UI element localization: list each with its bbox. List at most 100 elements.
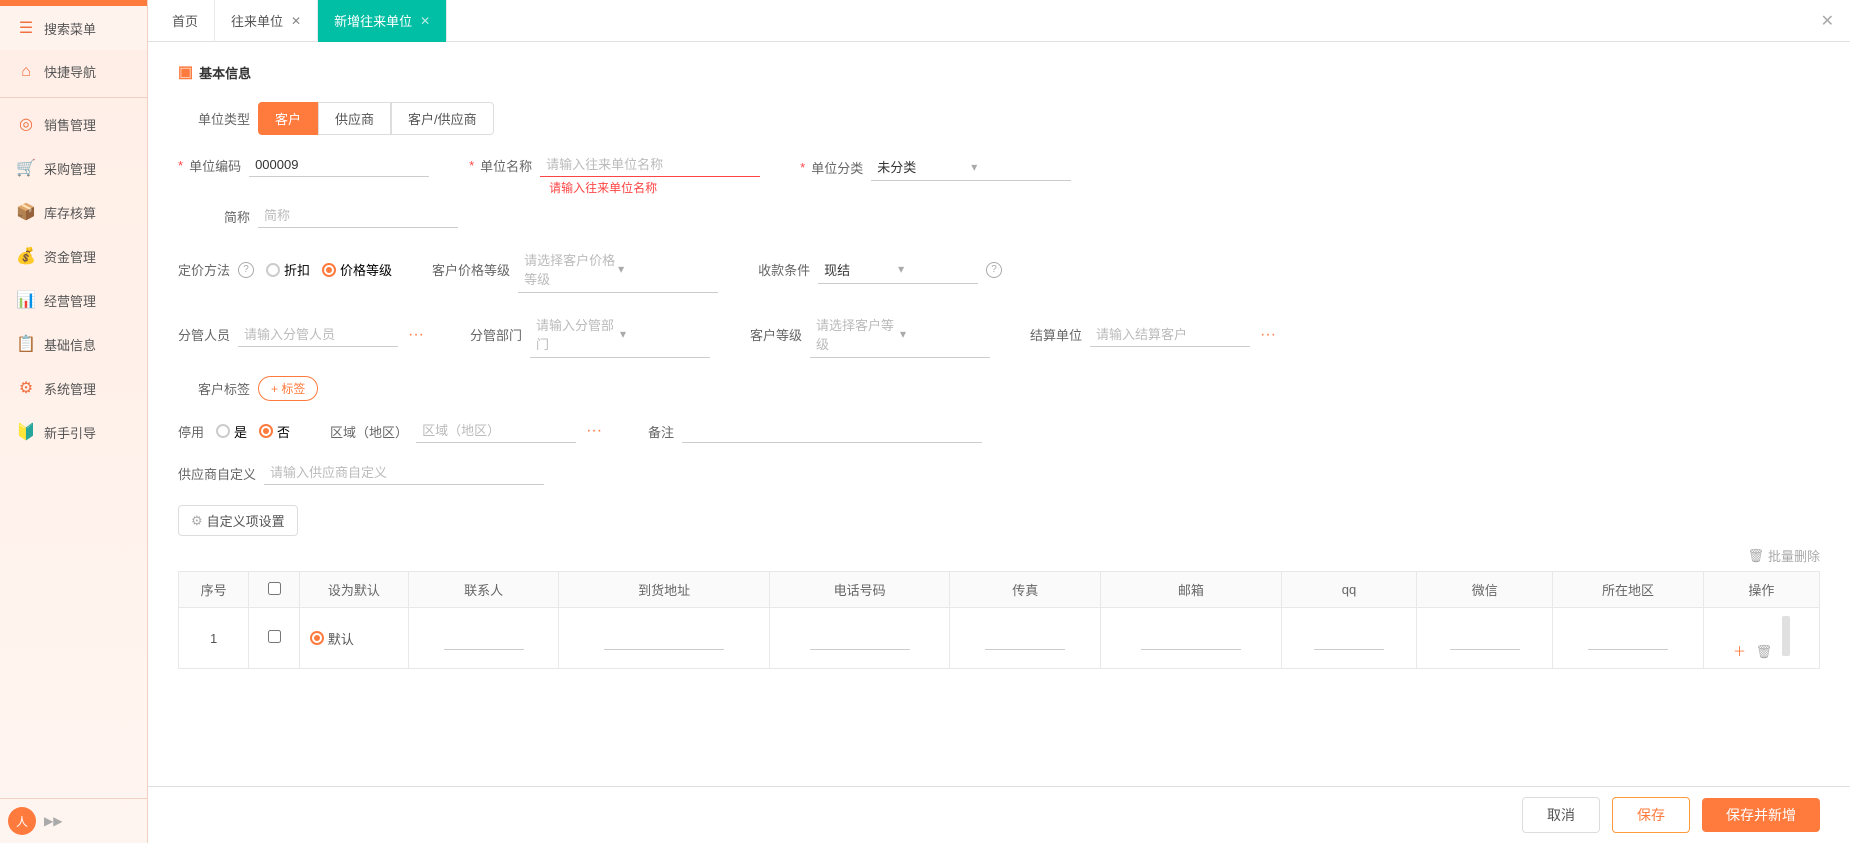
save-button[interactable]: 保存	[1612, 797, 1690, 833]
short-name-input[interactable]	[258, 204, 458, 228]
payment-terms-help-icon[interactable]: ?	[986, 262, 1002, 278]
cell-checkbox[interactable]	[249, 608, 300, 669]
radio-discount-label: 折扣	[284, 260, 310, 279]
pricing-method-help-icon[interactable]: ?	[238, 262, 254, 278]
region-more-btn[interactable]: ···	[580, 422, 608, 440]
cell-address[interactable]	[559, 608, 769, 669]
tab-home[interactable]: 首页	[156, 0, 215, 42]
unit-code-label: 单位编码	[189, 156, 245, 175]
user-avatar[interactable]: 人	[8, 807, 36, 835]
delete-row-btn[interactable]: 🗑	[1756, 644, 1773, 659]
sidebar-item-search[interactable]: ☰ 搜索菜单	[0, 6, 147, 50]
cell-region[interactable]	[1553, 608, 1704, 669]
col-default: 设为默认	[299, 572, 408, 608]
customer-level-select[interactable]: 请选择客户等级 ▾	[810, 311, 990, 358]
radio-price-level-label: 价格等级	[340, 260, 392, 279]
wechat-input[interactable]	[1450, 626, 1520, 650]
settlement-unit-more-btn[interactable]: ···	[1254, 326, 1282, 344]
radio-no-label: 否	[277, 422, 290, 441]
unit-code-input[interactable]	[249, 153, 429, 177]
sidebar-item-sales[interactable]: ◎ 销售管理	[0, 102, 147, 146]
default-label: 默认	[328, 629, 354, 648]
sales-icon: ◎	[16, 114, 36, 134]
cell-wechat[interactable]	[1417, 608, 1553, 669]
unit-btn-customer[interactable]: 客户	[258, 102, 318, 135]
radio-price-level[interactable]: 价格等级	[322, 260, 392, 279]
unit-type-label: 单位类型	[178, 109, 258, 128]
unit-name-input[interactable]	[540, 153, 760, 177]
radio-yes[interactable]: 是	[216, 422, 247, 441]
sidebar-item-basic-info[interactable]: 📋 基础信息	[0, 322, 147, 366]
tab-bar: 首页 往来单位 ✕ 新增往来单位 ✕ ✕	[148, 0, 1850, 42]
manager-more-btn[interactable]: ···	[402, 326, 430, 344]
phone-input[interactable]	[810, 626, 910, 650]
contact-input[interactable]	[444, 626, 524, 650]
section-title: ▣ 基本信息	[178, 62, 1820, 82]
sidebar-item-label: 基础信息	[44, 335, 96, 354]
custom-settings-button[interactable]: ⚙ 自定义项设置	[178, 505, 298, 536]
region-input[interactable]	[416, 419, 576, 443]
sidebar-item-label: 采购管理	[44, 159, 96, 178]
disabled-block: 停用 是 否	[178, 422, 290, 441]
region-block: 区域（地区） ···	[330, 419, 608, 443]
remarks-input[interactable]	[682, 419, 982, 443]
cell-fax[interactable]	[950, 608, 1101, 669]
row-checkbox[interactable]	[268, 630, 281, 643]
radio-no[interactable]: 否	[259, 422, 290, 441]
payment-terms-select[interactable]: 现结 ▾	[818, 256, 978, 284]
unit-category-label: 单位分类	[811, 158, 867, 177]
sidebar-bottom-label: ▶▶	[44, 814, 62, 828]
drag-handle[interactable]	[1782, 616, 1790, 656]
radio-discount[interactable]: 折扣	[266, 260, 310, 279]
close-counterparty-icon[interactable]: ✕	[291, 14, 301, 28]
tab-counterparty[interactable]: 往来单位 ✕	[215, 0, 318, 42]
unit-category-select[interactable]: 未分类 ▾	[871, 153, 1071, 181]
add-tag-button[interactable]: + 标签	[258, 376, 318, 401]
pricing-row: 定价方法 ? 折扣 价格等级 客户价格等级	[178, 246, 1820, 293]
email-input[interactable]	[1141, 626, 1241, 650]
settlement-unit-input[interactable]	[1090, 323, 1250, 347]
unit-category-value: 未分类	[877, 157, 971, 176]
sidebar-item-operations[interactable]: 📊 经营管理	[0, 278, 147, 322]
cell-contact[interactable]	[408, 608, 559, 669]
radio-price-level-circle	[322, 263, 336, 277]
cell-no: 1	[179, 608, 249, 669]
table-row: 1 默认	[179, 608, 1820, 669]
fax-input[interactable]	[985, 626, 1065, 650]
supplier-custom-input[interactable]	[264, 461, 544, 485]
sidebar-item-inventory[interactable]: 📦 库存核算	[0, 190, 147, 234]
sidebar-item-quick-nav[interactable]: ⌂ 快捷导航	[0, 50, 147, 93]
tab-new-counterparty[interactable]: 新增往来单位 ✕	[318, 0, 447, 42]
unit-btn-both[interactable]: 客户/供应商	[391, 102, 494, 135]
close-all-tabs[interactable]: ✕	[1813, 7, 1842, 35]
manager-input[interactable]	[238, 323, 398, 347]
select-all-checkbox[interactable]	[268, 582, 281, 595]
department-select[interactable]: 请输入分管部门 ▾	[530, 311, 710, 358]
customer-price-level-select[interactable]: 请选择客户价格等级 ▾	[518, 246, 718, 293]
add-row-btn[interactable]: ＋	[1733, 644, 1746, 659]
settlement-unit-block: 结算单位 ···	[1030, 323, 1282, 347]
sidebar-item-finance[interactable]: 💰 资金管理	[0, 234, 147, 278]
radio-default[interactable]: 默认	[310, 629, 398, 648]
sidebar-item-system[interactable]: ⚙ 系统管理	[0, 366, 147, 410]
row-region-input[interactable]	[1588, 626, 1668, 650]
save-and-new-button[interactable]: 保存并新增	[1702, 798, 1820, 832]
qq-input[interactable]	[1314, 626, 1384, 650]
disabled-label: 停用	[178, 422, 208, 441]
unit-code-required-star: *	[178, 158, 183, 173]
cell-qq[interactable]	[1281, 608, 1417, 669]
department-block: 分管部门 请输入分管部门 ▾	[470, 311, 710, 358]
sidebar-item-purchase[interactable]: 🛒 采购管理	[0, 146, 147, 190]
sidebar-item-guide[interactable]: 🔰 新手引导	[0, 410, 147, 454]
guide-icon: 🔰	[16, 422, 36, 442]
table-header-row: 序号 设为默认 联系人 到货地址 电话号码 传真 邮箱 qq 微信 所在地区 操…	[179, 572, 1820, 608]
batch-delete-btn[interactable]: 🗑 批量删除	[178, 546, 1820, 565]
close-new-counterparty-icon[interactable]: ✕	[420, 14, 430, 28]
unit-btn-supplier[interactable]: 供应商	[318, 102, 391, 135]
cancel-button[interactable]: 取消	[1522, 797, 1600, 833]
department-placeholder: 请输入分管部门	[536, 315, 620, 353]
cell-email[interactable]	[1101, 608, 1282, 669]
address-input[interactable]	[604, 626, 724, 650]
cell-phone[interactable]	[769, 608, 950, 669]
unit-category-required-star: *	[800, 160, 805, 175]
